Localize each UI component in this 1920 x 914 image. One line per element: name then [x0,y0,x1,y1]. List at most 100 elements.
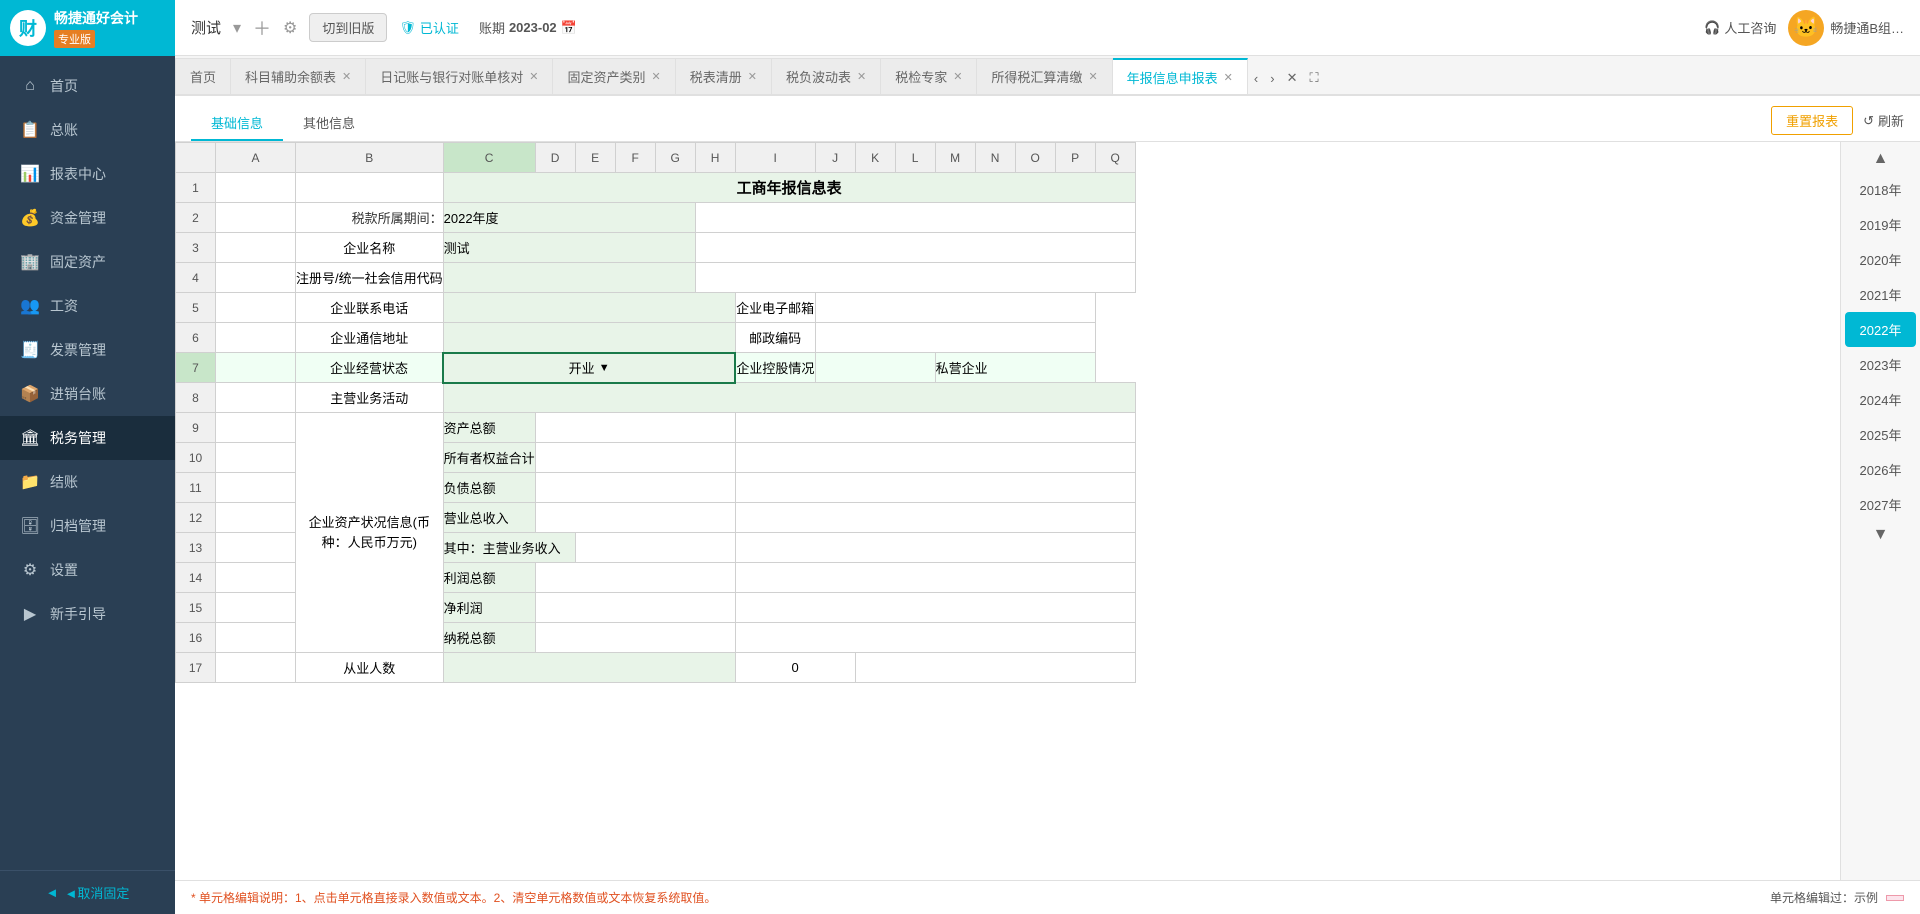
col-header-J[interactable]: J [815,143,855,173]
sidebar-item-assets[interactable]: 🏢固定资产 [0,240,175,284]
sidebar-item-settings[interactable]: ⚙设置 [0,548,175,592]
tab-close-tax-table[interactable]: ✕ [748,70,757,83]
tab-close-fixed-assets[interactable]: ✕ [652,70,661,83]
cell-17-A[interactable] [216,653,296,683]
cell-2-rest[interactable] [695,203,1135,233]
cell-5-C[interactable] [443,293,735,323]
cell-6-J[interactable]: 邮政编码 [735,323,815,353]
sidebar-item-reports[interactable]: 📊报表中心 [0,152,175,196]
cell-12-C[interactable]: 营业总收入 [443,503,535,533]
topbar-dropdown-arrow[interactable]: ▾ [233,18,241,38]
cell-1-A[interactable] [216,173,296,203]
sidebar-item-ledger[interactable]: 📋总账 [0,108,175,152]
cell-12-A[interactable] [216,503,296,533]
col-header-E[interactable]: E [575,143,615,173]
year-item-2025年[interactable]: 2025年 [1841,417,1920,452]
year-nav-up[interactable]: ▲ [1869,146,1893,172]
sidebar-item-invoice[interactable]: 🧾发票管理 [0,328,175,372]
sub-tab-other[interactable]: 其他信息 [283,106,375,141]
cell-2-C[interactable]: 2022年度 [443,203,695,233]
col-header-A[interactable]: A [216,143,296,173]
cell-12-D[interactable] [535,503,735,533]
year-item-2019年[interactable]: 2019年 [1841,207,1920,242]
year-item-2018年[interactable]: 2018年 [1841,172,1920,207]
year-item-2022年[interactable]: 2022年 [1845,312,1916,347]
cell-2-B[interactable]: 税款所属期间： [296,203,444,233]
col-header-B[interactable]: B [296,143,444,173]
tab-tax-burden[interactable]: 税负波动表✕ [772,58,881,94]
cell-1-title[interactable]: 工商年报信息表 [443,173,1135,203]
tab-income-tax[interactable]: 所得税汇算清缴✕ [977,58,1112,94]
cell-14-C[interactable]: 利润总额 [443,563,535,593]
cell-4-C[interactable] [443,263,695,293]
tab-aux-balance[interactable]: 科目辅助余额表✕ [231,58,366,94]
cell-14-A[interactable] [216,563,296,593]
cell-9-B[interactable]: 企业资产状况信息(币种：人民币万元) [296,413,444,653]
col-header-H[interactable]: H [695,143,735,173]
tab-close-annual-report[interactable]: ✕ [1224,71,1233,84]
topbar-settings-btn[interactable]: ⚙ [283,18,297,38]
col-header-Q[interactable]: Q [1095,143,1135,173]
cell-4-A[interactable] [216,263,296,293]
dropdown-arrow-icon[interactable]: ▼ [599,362,610,374]
cell-2-A[interactable] [216,203,296,233]
cell-12-rest[interactable] [735,503,1135,533]
cell-17-J[interactable]: 0 [735,653,855,683]
cell-1-B[interactable] [296,173,444,203]
cell-8-B[interactable]: 主营业务活动 [296,383,444,413]
col-header-M[interactable]: M [935,143,975,173]
year-item-2023年[interactable]: 2023年 [1841,347,1920,382]
sidebar-item-payroll[interactable]: 👥工资 [0,284,175,328]
tab-journal-bank[interactable]: 日记账与银行对账单核对✕ [366,58,553,94]
tab-close-journal-bank[interactable]: ✕ [529,70,538,83]
sidebar-item-home[interactable]: ⌂首页 [0,64,175,108]
cell-6-A[interactable] [216,323,296,353]
cell-11-rest[interactable] [735,473,1135,503]
cell-7-B[interactable]: 企业经营状态 [296,353,444,383]
sub-tab-basic[interactable]: 基础信息 [191,106,283,141]
cell-7-C[interactable]: 开业 ▼ [443,353,735,383]
cell-6-K[interactable] [815,323,1095,353]
tab-tax-expert[interactable]: 税检专家✕ [881,58,977,94]
cell-15-A[interactable] [216,593,296,623]
year-item-2021年[interactable]: 2021年 [1841,277,1920,312]
cell-10-rest[interactable] [735,443,1135,473]
calendar-icon[interactable]: 📅 [561,20,577,36]
cell-7-A[interactable] [216,353,296,383]
cell-13-E[interactable] [575,533,735,563]
cell-17-rest[interactable] [855,653,1135,683]
cell-16-rest[interactable] [735,623,1135,653]
col-header-D[interactable]: D [535,143,575,173]
tab-close-aux-balance[interactable]: ✕ [342,70,351,83]
cell-5-K[interactable] [815,293,1095,323]
cell-6-C[interactable] [443,323,735,353]
sidebar-item-inventory[interactable]: 📦进销台账 [0,372,175,416]
cell-5-A[interactable] [216,293,296,323]
tabs-expand-btn[interactable]: ⛶ [1303,62,1324,94]
cell-13-C[interactable]: 其中：主营业务收入 [443,533,575,563]
sidebar-item-funds[interactable]: 💰资金管理 [0,196,175,240]
reset-btn[interactable]: 重置报表 [1771,106,1853,135]
cell-10-C[interactable]: 所有者权益合计 [443,443,535,473]
cell-16-D[interactable] [535,623,735,653]
cell-3-B[interactable]: 企业名称 [296,233,444,263]
tab-tax-table[interactable]: 税表清册✕ [676,58,772,94]
spreadsheet-container[interactable]: A B C D E F G H I J [175,142,1840,880]
tab-home[interactable]: 首页 [175,58,231,94]
cell-15-D[interactable] [535,593,735,623]
tab-close-tax-expert[interactable]: ✕ [953,70,962,83]
cell-11-A[interactable] [216,473,296,503]
topbar-service-btn[interactable]: 🎧 人工咨询 [1704,18,1776,37]
col-header-K[interactable]: K [855,143,895,173]
refresh-btn[interactable]: ↺ 刷新 [1863,111,1904,130]
tab-annual-report[interactable]: 年报信息申报表✕ [1113,58,1248,94]
cell-8-C[interactable] [443,383,1135,413]
col-header-L[interactable]: L [895,143,935,173]
col-header-I[interactable]: I [735,143,815,173]
tabs-close-all-btn[interactable]: ✕ [1281,62,1304,94]
cell-14-rest[interactable] [735,563,1135,593]
cell-9-A[interactable] [216,413,296,443]
cell-3-C[interactable]: 测试 [443,233,695,263]
cell-13-rest[interactable] [735,533,1135,563]
year-item-2024年[interactable]: 2024年 [1841,382,1920,417]
